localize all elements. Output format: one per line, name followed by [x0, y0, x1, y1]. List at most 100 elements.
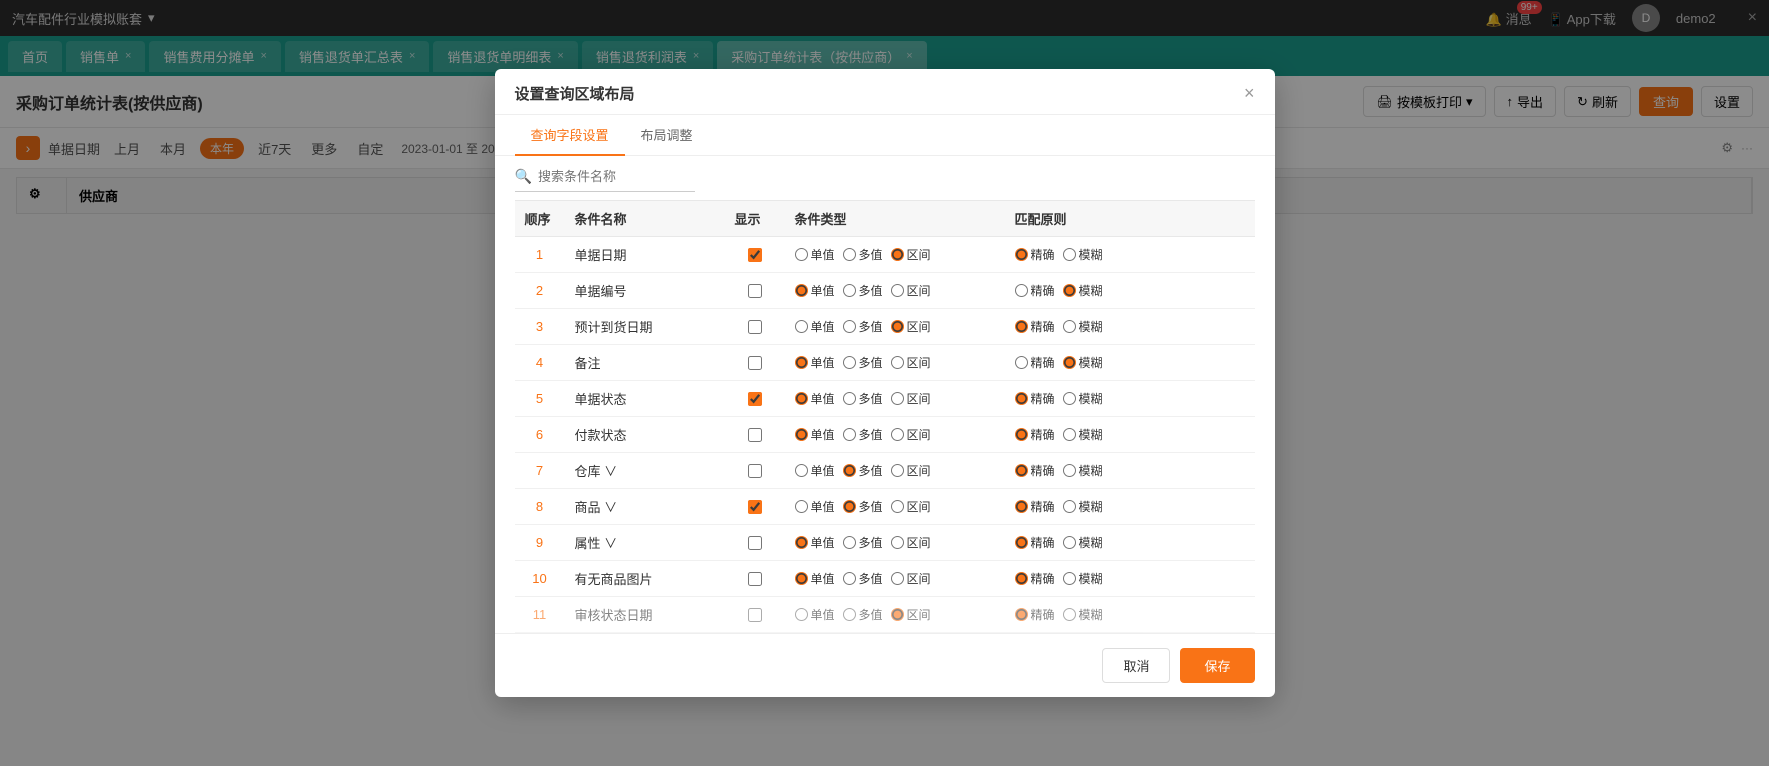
match-radio-fuzzy-6[interactable]: 模糊: [1063, 426, 1103, 443]
display-checkbox-2[interactable]: [748, 284, 762, 298]
match-radio-exact-10[interactable]: 精确: [1015, 570, 1055, 587]
type-radio-range-1[interactable]: 区间: [891, 246, 931, 263]
search-input[interactable]: [538, 169, 678, 184]
row-display-2[interactable]: [725, 276, 785, 306]
row-display-8[interactable]: [725, 492, 785, 522]
type-radio-single-7[interactable]: 单值: [795, 462, 835, 479]
display-checkbox-8[interactable]: [748, 500, 762, 514]
row-display-6[interactable]: [725, 420, 785, 450]
type-radio-single-2[interactable]: 单值: [795, 282, 835, 299]
dialog-search-area: 🔍: [495, 156, 1275, 200]
type-radio-multi-2[interactable]: 多值: [843, 282, 883, 299]
type-radio-range-7[interactable]: 区间: [891, 462, 931, 479]
dialog-tab-layout[interactable]: 布局调整: [625, 115, 709, 156]
match-radio-fuzzy-4[interactable]: 模糊: [1063, 354, 1103, 371]
match-radio-fuzzy-7[interactable]: 模糊: [1063, 462, 1103, 479]
table-row: 10 有无商品图片 单值 多值 区间 精确 模糊: [515, 561, 1255, 597]
table-row: 9 属性 ∨ 单值 多值 区间 精确 模糊: [515, 525, 1255, 561]
type-radio-single-6[interactable]: 单值: [795, 426, 835, 443]
type-radio-single-4[interactable]: 单值: [795, 354, 835, 371]
display-checkbox-9[interactable]: [748, 536, 762, 550]
display-checkbox-1[interactable]: [748, 248, 762, 262]
type-radio-group-5: 单值 多值 区间: [795, 390, 995, 407]
type-radio-multi-1[interactable]: 多值: [843, 246, 883, 263]
dialog-tab-query-fields[interactable]: 查询字段设置: [515, 115, 625, 156]
type-radio-multi-5[interactable]: 多值: [843, 390, 883, 407]
row-order-6: 6: [515, 419, 565, 450]
match-radio-exact-9[interactable]: 精确: [1015, 534, 1055, 551]
type-radio-multi-7[interactable]: 多值: [843, 462, 883, 479]
match-radio-fuzzy-10[interactable]: 模糊: [1063, 570, 1103, 587]
row-display-7[interactable]: [725, 456, 785, 486]
match-radio-fuzzy-5[interactable]: 模糊: [1063, 390, 1103, 407]
row-display-5[interactable]: [725, 384, 785, 414]
type-radio-single-1[interactable]: 单值: [795, 246, 835, 263]
type-radio-multi-9[interactable]: 多值: [843, 534, 883, 551]
match-radio-fuzzy-2[interactable]: 模糊: [1063, 282, 1103, 299]
row-display-11[interactable]: [725, 600, 785, 630]
type-radio-range-3[interactable]: 区间: [891, 318, 931, 335]
type-radio-single-10[interactable]: 单值: [795, 570, 835, 587]
type-radio-multi-3[interactable]: 多值: [843, 318, 883, 335]
display-checkbox-7[interactable]: [748, 464, 762, 478]
table-row: 11 审核状态日期 单值 多值 区间 精确 模糊: [515, 597, 1255, 633]
match-radio-exact-8[interactable]: 精确: [1015, 498, 1055, 515]
type-radio-range-11[interactable]: 区间: [891, 606, 931, 623]
type-radio-range-8[interactable]: 区间: [891, 498, 931, 515]
type-radio-range-10[interactable]: 区间: [891, 570, 931, 587]
display-checkbox-6[interactable]: [748, 428, 762, 442]
display-checkbox-11[interactable]: [748, 608, 762, 622]
type-radio-single-5[interactable]: 单值: [795, 390, 835, 407]
type-radio-range-9[interactable]: 区间: [891, 534, 931, 551]
type-radio-multi-11[interactable]: 多值: [843, 606, 883, 623]
row-type-8: 单值 多值 区间: [785, 490, 1005, 523]
col-match: 匹配原则: [1005, 201, 1205, 236]
row-display-1[interactable]: [725, 240, 785, 270]
match-radio-exact-11[interactable]: 精确: [1015, 606, 1055, 623]
display-checkbox-10[interactable]: [748, 572, 762, 586]
type-radio-single-3[interactable]: 单值: [795, 318, 835, 335]
match-radio-exact-7[interactable]: 精确: [1015, 462, 1055, 479]
dialog-footer: 取消 保存: [495, 633, 1275, 697]
row-match-1: 精确 模糊: [1005, 238, 1205, 271]
row-display-10[interactable]: [725, 564, 785, 594]
match-radio-fuzzy-8[interactable]: 模糊: [1063, 498, 1103, 515]
type-radio-multi-6[interactable]: 多值: [843, 426, 883, 443]
match-radio-fuzzy-1[interactable]: 模糊: [1063, 246, 1103, 263]
dialog-close-button[interactable]: ×: [1244, 83, 1255, 104]
cancel-button[interactable]: 取消: [1102, 648, 1170, 683]
match-radio-fuzzy-9[interactable]: 模糊: [1063, 534, 1103, 551]
match-radio-exact-4[interactable]: 精确: [1015, 354, 1055, 371]
row-display-9[interactable]: [725, 528, 785, 558]
type-radio-single-8[interactable]: 单值: [795, 498, 835, 515]
match-radio-fuzzy-11[interactable]: 模糊: [1063, 606, 1103, 623]
type-radio-single-11[interactable]: 单值: [795, 606, 835, 623]
row-type-6: 单值 多值 区间: [785, 418, 1005, 451]
type-radio-single-9[interactable]: 单值: [795, 534, 835, 551]
type-radio-multi-4[interactable]: 多值: [843, 354, 883, 371]
row-match-4: 精确 模糊: [1005, 346, 1205, 379]
row-match-7: 精确 模糊: [1005, 454, 1205, 487]
display-checkbox-5[interactable]: [748, 392, 762, 406]
dialog-table-header: 顺序 条件名称 显示 条件类型 匹配原则: [515, 200, 1255, 237]
match-radio-exact-6[interactable]: 精确: [1015, 426, 1055, 443]
save-button[interactable]: 保存: [1180, 648, 1254, 683]
row-match-9: 精确 模糊: [1005, 526, 1205, 559]
row-display-4[interactable]: [725, 348, 785, 378]
row-name-4: 备注: [565, 345, 725, 380]
match-radio-group-9: 精确 模糊: [1015, 534, 1195, 551]
match-radio-exact-5[interactable]: 精确: [1015, 390, 1055, 407]
display-checkbox-4[interactable]: [748, 356, 762, 370]
type-radio-range-2[interactable]: 区间: [891, 282, 931, 299]
match-radio-exact-2[interactable]: 精确: [1015, 282, 1055, 299]
match-radio-exact-3[interactable]: 精确: [1015, 318, 1055, 335]
display-checkbox-3[interactable]: [748, 320, 762, 334]
match-radio-exact-1[interactable]: 精确: [1015, 246, 1055, 263]
type-radio-multi-10[interactable]: 多值: [843, 570, 883, 587]
row-display-3[interactable]: [725, 312, 785, 342]
type-radio-range-5[interactable]: 区间: [891, 390, 931, 407]
type-radio-range-6[interactable]: 区间: [891, 426, 931, 443]
type-radio-multi-8[interactable]: 多值: [843, 498, 883, 515]
type-radio-range-4[interactable]: 区间: [891, 354, 931, 371]
match-radio-fuzzy-3[interactable]: 模糊: [1063, 318, 1103, 335]
